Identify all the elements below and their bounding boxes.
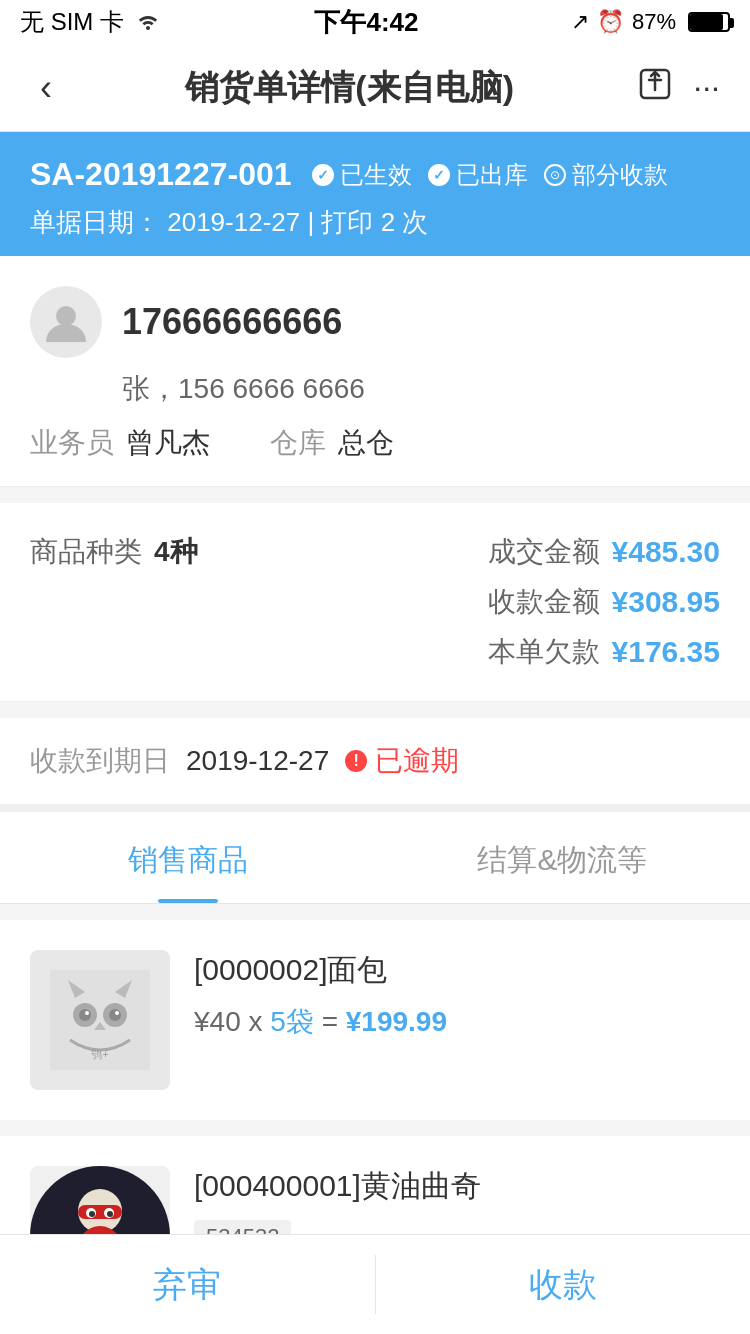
warehouse-item: 仓库 总仓 <box>270 424 394 462</box>
svg-point-5 <box>79 1009 91 1021</box>
product-total-1: ¥199.99 <box>346 1006 447 1037</box>
salesperson-label: 业务员 <box>30 424 114 462</box>
received-label: 收款金额 <box>488 583 600 621</box>
customer-section: 17666666666 张，156 6666 6666 业务员 曾凡杰 仓库 总… <box>0 256 750 487</box>
status-bar: 无 SIM 卡 下午4:42 ↗ ⏰ 87% <box>0 0 750 44</box>
due-label: 收款到期日 <box>30 742 170 780</box>
svg-point-1 <box>56 306 76 326</box>
wifi-icon <box>134 8 162 36</box>
svg-point-18 <box>89 1211 95 1217</box>
overdue-badge: ! 已逾期 <box>345 742 459 780</box>
avatar <box>30 286 102 358</box>
back-button[interactable]: ‹ <box>30 57 62 119</box>
warehouse-value: 总仓 <box>338 424 394 462</box>
check-icon-2: ✓ <box>428 164 450 186</box>
order-id: SA-20191227-001 <box>30 156 292 193</box>
status-right: ↗ ⏰ 87% <box>571 9 730 35</box>
product-qty-1: 5袋 <box>270 1006 314 1037</box>
customer-row: 17666666666 <box>30 286 720 358</box>
received-value: ¥308.95 <box>612 585 720 619</box>
product-type-count: 4种 <box>154 533 198 571</box>
due-date-value: 2019-12-27 <box>186 745 329 777</box>
status-partial-payment: ⊙ 部分收款 <box>544 159 668 191</box>
warehouse-label: 仓库 <box>270 424 326 462</box>
tab-settlement-logistics[interactable]: 结算&物流等 <box>375 812 750 903</box>
owed-label: 本单欠款 <box>488 633 600 671</box>
amount-item: 成交金额 ¥485.30 <box>488 533 720 571</box>
status-left: 无 SIM 卡 <box>20 6 162 38</box>
status-effective: ✓ 已生效 <box>312 159 412 191</box>
received-item: 收款金额 ¥308.95 <box>488 583 720 621</box>
svg-point-7 <box>85 1011 89 1015</box>
customer-contact: 张，156 6666 6666 <box>30 370 720 408</box>
summary-section: 商品种类 4种 成交金额 ¥485.30 收款金额 ¥308.95 本单欠款 ¥… <box>0 503 750 702</box>
order-date-row: 单据日期： 2019-12-27 | 打印 2 次 <box>30 205 720 240</box>
summary-left: 商品种类 4种 <box>30 533 198 671</box>
svg-point-6 <box>109 1009 121 1021</box>
cancel-review-button[interactable]: 弃审 <box>0 1235 375 1334</box>
bottom-bar: 弃审 收款 <box>0 1234 750 1334</box>
location-icon: ↗ <box>571 9 589 35</box>
customer-phone-name: 17666666666 <box>122 301 342 343</box>
tab-sales-products[interactable]: 销售商品 <box>0 812 375 903</box>
nav-bar: ‹ 销货单详情(来自电脑) ··· <box>0 44 750 132</box>
battery-text: 87% <box>632 9 676 35</box>
nav-actions: ··· <box>637 66 720 110</box>
owed-item: 本单欠款 ¥176.35 <box>488 633 720 671</box>
order-status-badges: ✓ 已生效 ✓ 已出库 ⊙ 部分收款 <box>312 159 668 191</box>
battery-icon <box>688 12 730 32</box>
alarm-icon: ⏰ <box>597 9 624 35</box>
share-button[interactable] <box>637 66 673 110</box>
collect-payment-button[interactable]: 收款 <box>376 1235 751 1334</box>
check-icon: ✓ <box>312 164 334 186</box>
customer-meta: 业务员 曾凡杰 仓库 总仓 <box>30 424 720 462</box>
product-price-1: ¥40 x 5袋 = ¥199.99 <box>194 1003 720 1041</box>
overdue-text: 已逾期 <box>375 742 459 780</box>
summary-grid: 商品种类 4种 成交金额 ¥485.30 收款金额 ¥308.95 本单欠款 ¥… <box>30 533 720 671</box>
order-banner: SA-20191227-001 ✓ 已生效 ✓ 已出库 ⊙ 部分收款 单据日期：… <box>0 132 750 256</box>
amount-label: 成交金额 <box>488 533 600 571</box>
product-type-item: 商品种类 4种 <box>30 533 198 571</box>
product-name-2: [000400001]黄油曲奇 <box>194 1166 720 1207</box>
page-title: 销货单详情(来自电脑) <box>185 65 514 111</box>
product-thumbnail-1: 鸮+ <box>30 950 170 1090</box>
product-info-1: [0000002]面包 ¥40 x 5袋 = ¥199.99 <box>194 950 720 1041</box>
salesperson-value: 曾凡杰 <box>126 424 210 462</box>
clock-icon: ⊙ <box>544 164 566 186</box>
product-image-1: 鸮+ <box>30 950 170 1090</box>
date-value: 2019-12-27 <box>167 207 300 237</box>
svg-point-19 <box>107 1211 113 1217</box>
svg-point-8 <box>115 1011 119 1015</box>
overdue-icon: ! <box>345 750 367 772</box>
svg-text:鸮+: 鸮+ <box>91 1048 108 1060</box>
amount-value: ¥485.30 <box>612 535 720 569</box>
print-info: | 打印 2 次 <box>307 207 428 237</box>
product-name-1: [0000002]面包 <box>194 950 720 991</box>
more-button[interactable]: ··· <box>693 69 720 106</box>
tabs-section: 销售商品 结算&物流等 <box>0 812 750 904</box>
due-date-section: 收款到期日 2019-12-27 ! 已逾期 <box>0 718 750 812</box>
product-card-1: 鸮+ [0000002]面包 ¥40 x 5袋 = ¥199.99 <box>0 920 750 1120</box>
summary-right: 成交金额 ¥485.30 收款金额 ¥308.95 本单欠款 ¥176.35 <box>488 533 720 671</box>
status-shipped: ✓ 已出库 <box>428 159 528 191</box>
svg-rect-15 <box>78 1205 122 1219</box>
owed-value: ¥176.35 <box>612 635 720 669</box>
carrier-text: 无 SIM 卡 <box>20 6 124 38</box>
date-label: 单据日期： <box>30 207 160 237</box>
status-time: 下午4:42 <box>314 5 418 40</box>
product-type-label: 商品种类 <box>30 533 142 571</box>
salesperson-item: 业务员 曾凡杰 <box>30 424 210 462</box>
